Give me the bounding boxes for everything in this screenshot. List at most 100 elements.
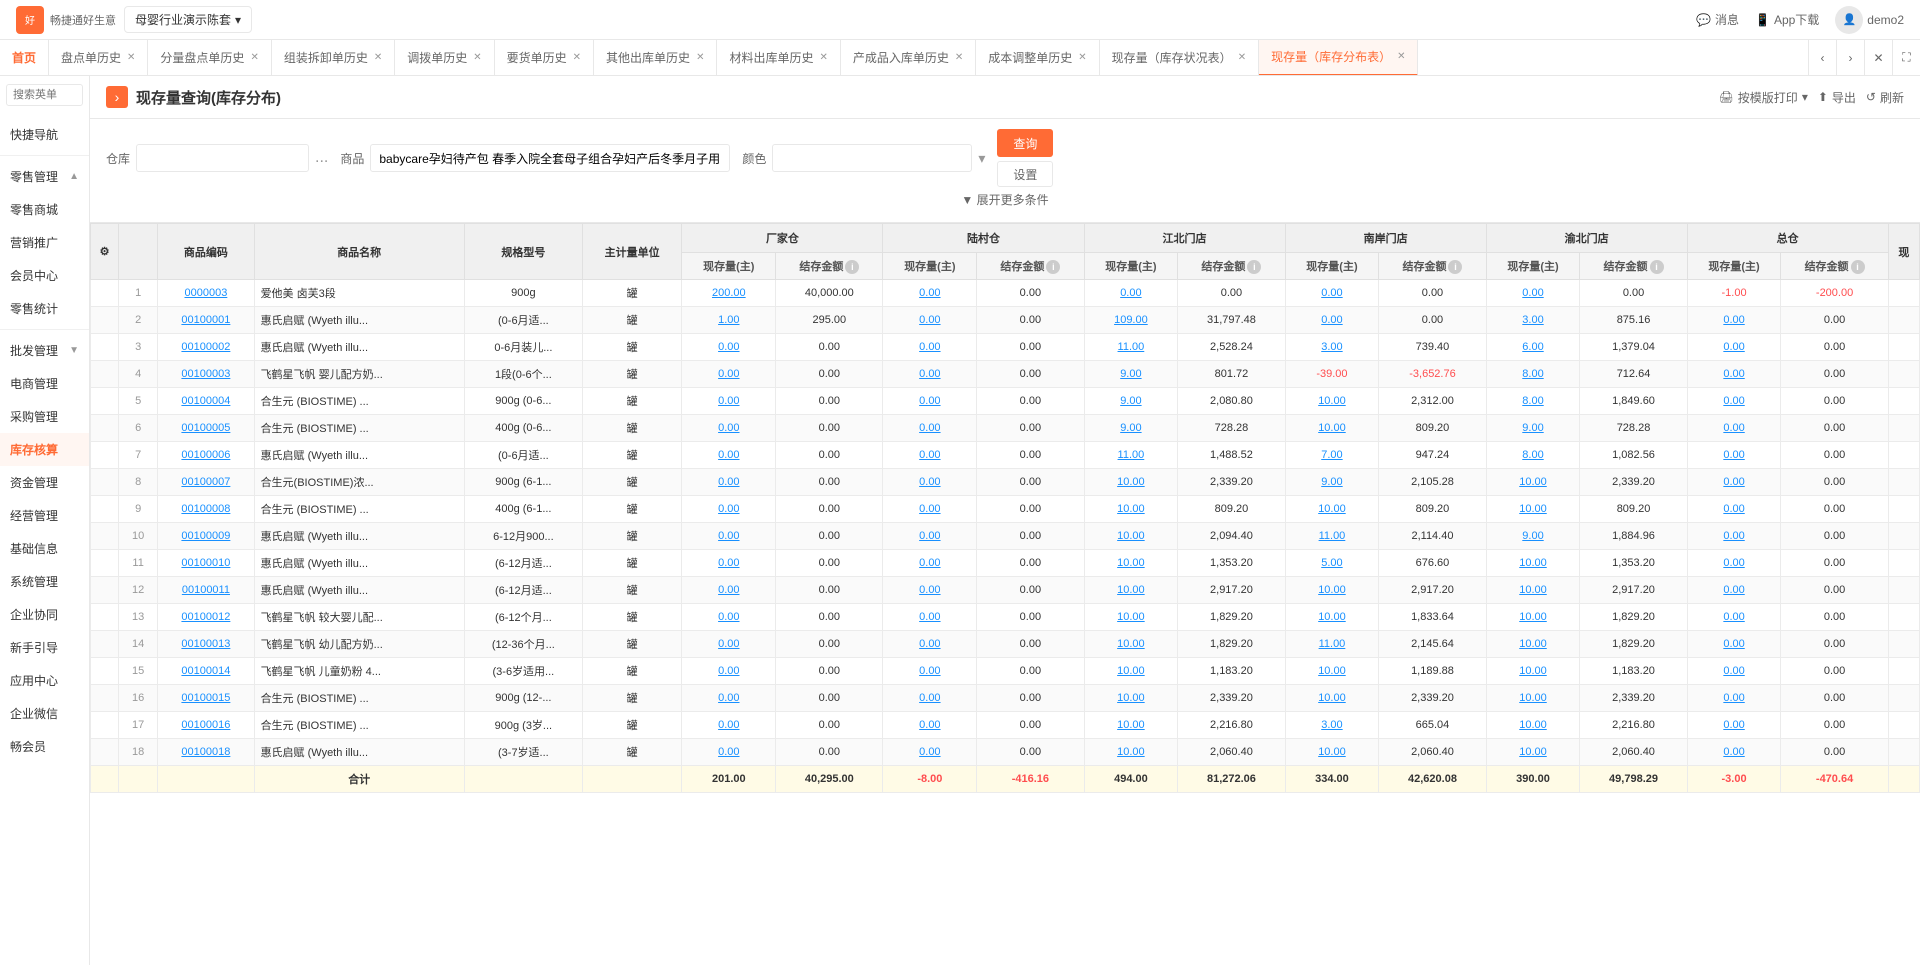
qty-link[interactable]: 0.00: [883, 469, 977, 496]
search-input[interactable]: [6, 84, 83, 106]
tab-t3[interactable]: 组装拆卸单历史 ✕: [272, 40, 395, 76]
qty-link[interactable]: 0.00: [883, 415, 977, 442]
qty-link[interactable]: 10.00: [1486, 712, 1580, 739]
close-icon[interactable]: ✕: [1397, 51, 1405, 62]
info-icon[interactable]: i: [1046, 260, 1060, 274]
sidebar-item-operations[interactable]: 经营管理: [0, 499, 89, 532]
sidebar-item-retail-stats[interactable]: 零售统计: [0, 292, 89, 325]
qty-link[interactable]: 0.00: [883, 712, 977, 739]
info-icon[interactable]: i: [1448, 260, 1462, 274]
qty-link[interactable]: 0.00: [1084, 280, 1178, 307]
tab-t10[interactable]: 现存量（库存状况表） ✕: [1100, 40, 1259, 76]
warehouse-ellipsis[interactable]: ...: [315, 149, 328, 167]
qty-link[interactable]: 0.00: [883, 685, 977, 712]
qty-link[interactable]: 10.00: [1084, 577, 1178, 604]
info-icon[interactable]: i: [1650, 260, 1664, 274]
tab-t2[interactable]: 分量盘点单历史 ✕: [148, 40, 271, 76]
qty-link[interactable]: 10.00: [1084, 523, 1178, 550]
tab-t6[interactable]: 其他出库单历史 ✕: [594, 40, 717, 76]
qty-link[interactable]: 0.00: [682, 577, 776, 604]
qty-link[interactable]: 8.00: [1486, 388, 1580, 415]
qty-link[interactable]: 0.00: [883, 523, 977, 550]
qty-link[interactable]: 00100008: [158, 496, 254, 523]
qty-link[interactable]: 10.00: [1486, 604, 1580, 631]
query-button[interactable]: 查询: [997, 129, 1053, 157]
qty-link[interactable]: 00100013: [158, 631, 254, 658]
sidebar-item-system[interactable]: 系统管理: [0, 565, 89, 598]
sidebar-item-guide[interactable]: 新手引导: [0, 631, 89, 664]
sidebar-item-purchase[interactable]: 采购管理: [0, 400, 89, 433]
qty-link[interactable]: 10.00: [1486, 469, 1580, 496]
qty-link[interactable]: 0.00: [883, 577, 977, 604]
close-icon[interactable]: ✕: [1078, 52, 1086, 63]
qty-link[interactable]: 0.00: [682, 388, 776, 415]
qty-link[interactable]: 10.00: [1084, 712, 1178, 739]
qty-link[interactable]: 0.00: [682, 658, 776, 685]
qty-link[interactable]: 00100012: [158, 604, 254, 631]
col-settings[interactable]: ⚙: [91, 224, 119, 280]
expand-conditions[interactable]: ▼ 展开更多条件: [106, 187, 1904, 212]
qty-link[interactable]: 10.00: [1486, 739, 1580, 766]
close-icon[interactable]: ✕: [473, 52, 481, 63]
qty-link[interactable]: 00100006: [158, 442, 254, 469]
nav-expand-btn[interactable]: ⛶: [1892, 40, 1920, 76]
qty-link[interactable]: 00100018: [158, 739, 254, 766]
sidebar-item-finance[interactable]: 资金管理: [0, 466, 89, 499]
qty-link[interactable]: 9.00: [1486, 415, 1580, 442]
close-icon[interactable]: ✕: [819, 52, 827, 63]
qty-link[interactable]: 00100010: [158, 550, 254, 577]
sidebar-item-shortcuts[interactable]: 快捷导航: [0, 118, 89, 151]
set-button[interactable]: 设置: [997, 161, 1053, 187]
nav-prev-btn[interactable]: ‹: [1808, 40, 1836, 76]
sidebar-item-app-center[interactable]: 应用中心: [0, 664, 89, 697]
qty-link[interactable]: 0.00: [682, 685, 776, 712]
sidebar-item-wholesale[interactable]: 批发管理 ▼: [0, 334, 89, 367]
sidebar-item-inventory[interactable]: 库存核算: [0, 433, 89, 466]
qty-link[interactable]: 10.00: [1084, 685, 1178, 712]
qty-link[interactable]: 0.00: [1486, 280, 1580, 307]
qty-link[interactable]: 0.00: [682, 496, 776, 523]
warehouse-input[interactable]: [136, 144, 309, 172]
page-nav-arrow[interactable]: ›: [106, 86, 128, 108]
qty-link[interactable]: 00100001: [158, 307, 254, 334]
qty-link[interactable]: 10.00: [1084, 496, 1178, 523]
tab-t4[interactable]: 调拨单历史 ✕: [395, 40, 494, 76]
close-icon[interactable]: ✕: [127, 52, 135, 63]
qty-link[interactable]: 10.00: [1084, 631, 1178, 658]
qty-link[interactable]: 0.00: [682, 415, 776, 442]
sidebar-item-basic-info[interactable]: 基础信息: [0, 532, 89, 565]
qty-link[interactable]: 00100016: [158, 712, 254, 739]
qty-link[interactable]: 1.00: [682, 307, 776, 334]
info-icon[interactable]: i: [1247, 260, 1261, 274]
sidebar-item-retail-mgmt[interactable]: 零售管理 ▲: [0, 160, 89, 193]
close-icon[interactable]: ✕: [250, 52, 258, 63]
tab-t7[interactable]: 材料出库单历史 ✕: [717, 40, 840, 76]
message-btn[interactable]: 💬 消息: [1696, 11, 1739, 28]
close-icon[interactable]: ✕: [696, 52, 704, 63]
qty-link[interactable]: 0.00: [883, 307, 977, 334]
tab-t1[interactable]: 盘点单历史 ✕: [49, 40, 148, 76]
qty-link[interactable]: 10.00: [1486, 658, 1580, 685]
qty-link[interactable]: 9.00: [1486, 523, 1580, 550]
qty-link[interactable]: 10.00: [1486, 577, 1580, 604]
qty-link[interactable]: 3.00: [1486, 307, 1580, 334]
goods-input[interactable]: [370, 144, 730, 172]
qty-link[interactable]: 00100009: [158, 523, 254, 550]
info-icon[interactable]: i: [1851, 260, 1865, 274]
tab-t5[interactable]: 要货单历史 ✕: [495, 40, 594, 76]
qty-link[interactable]: 10.00: [1084, 658, 1178, 685]
qty-link[interactable]: 11.00: [1084, 334, 1178, 361]
qty-link[interactable]: 00100014: [158, 658, 254, 685]
qty-link[interactable]: 0.00: [682, 550, 776, 577]
qty-link[interactable]: 6.00: [1486, 334, 1580, 361]
qty-link[interactable]: 00100011: [158, 577, 254, 604]
print-btn[interactable]: 🖨 按模版打印 ▾: [1719, 89, 1808, 106]
qty-link[interactable]: 0.00: [682, 739, 776, 766]
industry-selector[interactable]: 母婴行业演示陈套 ▾: [124, 6, 252, 33]
qty-link[interactable]: 9.00: [1084, 388, 1178, 415]
export-btn[interactable]: ⬆ 导出: [1818, 89, 1856, 106]
qty-link[interactable]: 9.00: [1084, 361, 1178, 388]
qty-link[interactable]: 0.00: [682, 334, 776, 361]
tab-home[interactable]: 首页: [0, 40, 49, 76]
qty-link[interactable]: 11.00: [1084, 442, 1178, 469]
